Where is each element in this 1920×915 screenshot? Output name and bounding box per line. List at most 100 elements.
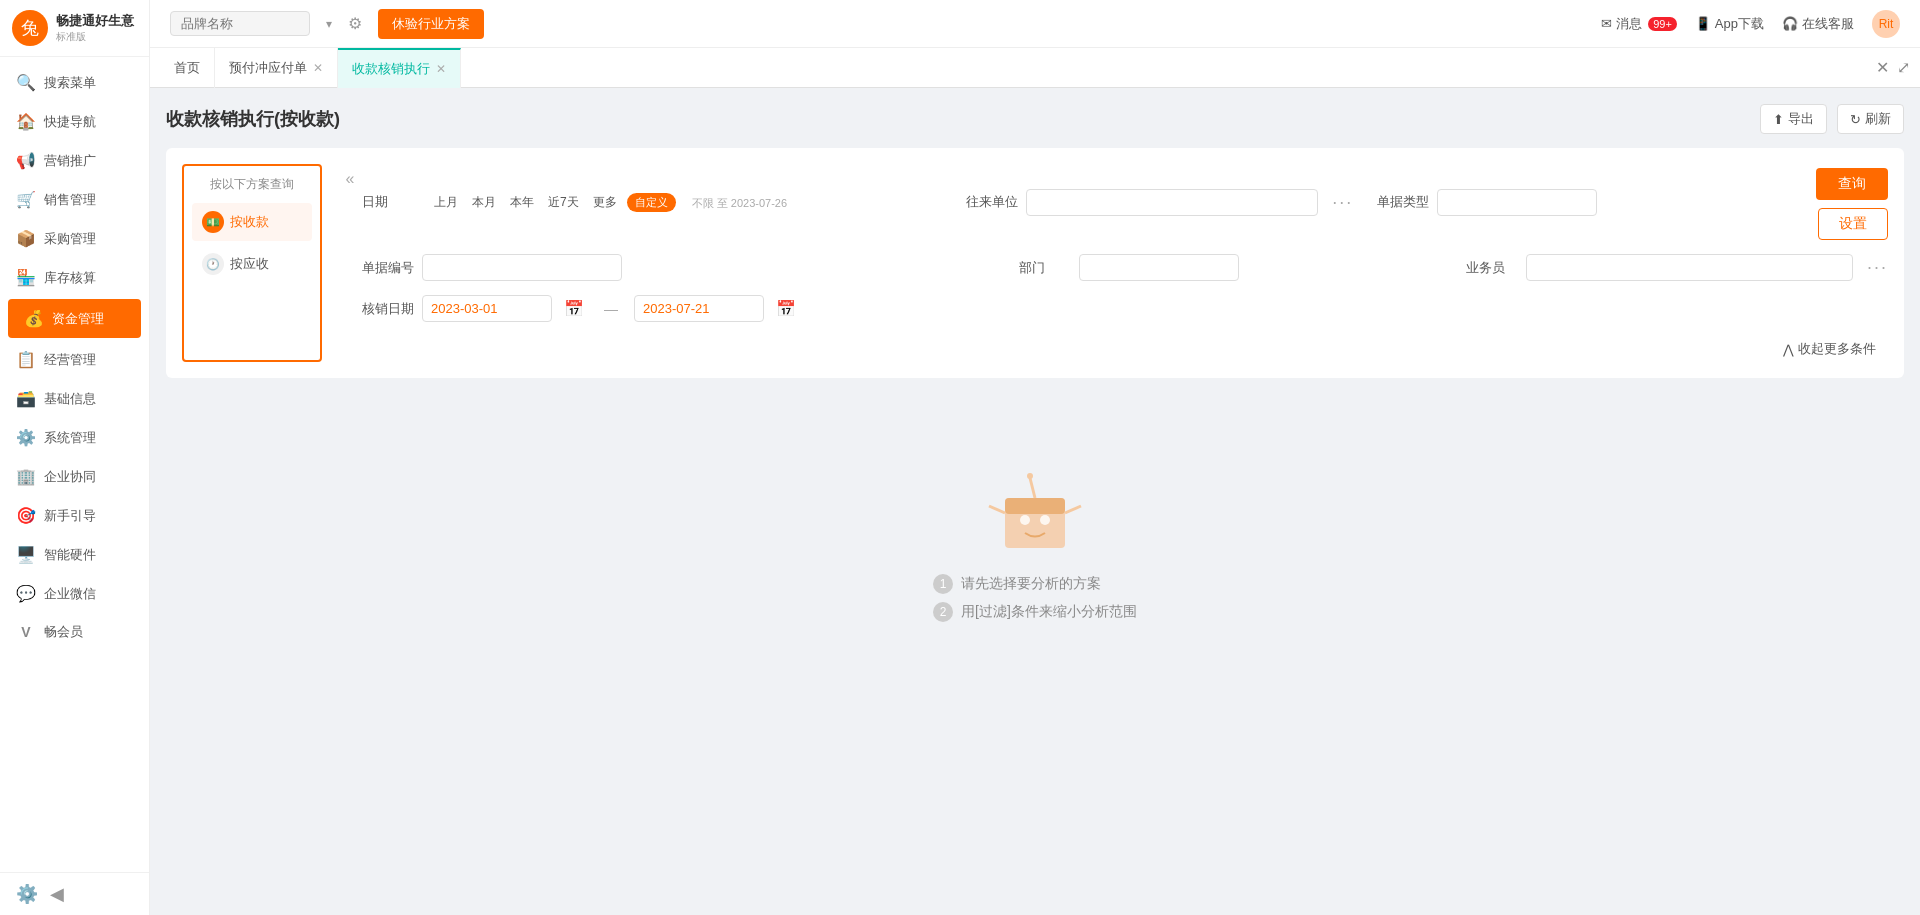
collapse-btn[interactable]: ⋀ 收起更多条件: [362, 336, 1888, 362]
filter-option-by-receivable[interactable]: 🕐 按应收: [192, 245, 312, 283]
settings-icon[interactable]: ⚙️: [16, 883, 38, 905]
industry-btn[interactable]: 休验行业方案: [378, 9, 484, 39]
sidebar-item-search[interactable]: 🔍 搜索菜单: [0, 63, 149, 102]
dept-select[interactable]: [1079, 254, 1239, 281]
home-icon: 🏠: [16, 112, 36, 131]
tab-receipt-verify-close-icon[interactable]: ✕: [436, 62, 446, 76]
sidebar-item-label: 快捷导航: [44, 113, 96, 131]
partner-more-icon[interactable]: ···: [1332, 192, 1353, 213]
sidebar-nav: 🔍 搜索菜单 🏠 快捷导航 📢 营销推广 🛒 销售管理 📦 采购管理 🏪 库存核…: [0, 57, 149, 872]
tab-prepay[interactable]: 预付冲应付单 ✕: [215, 48, 338, 88]
sidebar-item-system[interactable]: ⚙️ 系统管理: [0, 418, 149, 457]
wecom-icon: 💬: [16, 584, 36, 603]
tip-num-2: 2: [933, 602, 953, 622]
chevron-down-icon[interactable]: ▾: [326, 17, 332, 31]
date-label: 日期: [362, 193, 414, 211]
brand-input[interactable]: [170, 11, 310, 36]
page-content: 收款核销执行(按收款) ⬆ 导出 ↻ 刷新 按以下方案查询 💵 按收款: [150, 88, 1920, 915]
date-filter: 日期 上月 本月 本年 近7天 更多 自定义 不限 至 2023-07-26: [362, 192, 942, 213]
filter-option-receivable-label: 按应收: [230, 255, 269, 273]
tab-bar: 首页 预付冲应付单 ✕ 收款核销执行 ✕ ✕ ⤢: [150, 48, 1920, 88]
settings-btn[interactable]: 设置: [1818, 208, 1888, 240]
sidebar-item-label: 智能硬件: [44, 546, 96, 564]
message-btn[interactable]: ✉ 消息 99+: [1601, 15, 1677, 33]
sidebar-item-basicinfo[interactable]: 🗃️ 基础信息: [0, 379, 149, 418]
top-header: ▾ ⚙ 休验行业方案 ✉ 消息 99+ 📱 App下载 🎧 在线客服 Rit: [150, 0, 1920, 48]
filter-option-by-receipt[interactable]: 💵 按收款: [192, 203, 312, 241]
sidebar-item-label: 搜索菜单: [44, 74, 96, 92]
sidebar-item-marketing[interactable]: 📢 营销推广: [0, 141, 149, 180]
sidebar-item-label: 企业协同: [44, 468, 96, 486]
empty-svg: [975, 458, 1095, 558]
app-name: 畅捷通好生意: [56, 13, 134, 30]
tab-expand-btn[interactable]: ⤢: [1897, 58, 1910, 77]
sidebar-item-enterprise[interactable]: 🏢 企业协同: [0, 457, 149, 496]
sidebar-item-finance[interactable]: 💰 资金管理: [8, 299, 141, 338]
svg-line-9: [1065, 506, 1081, 513]
tab-prepay-label: 预付冲应付单: [229, 59, 307, 77]
tip-text-2: 用[过滤]条件来缩小分析范围: [961, 603, 1137, 621]
filter-toggle-btn[interactable]: «: [338, 164, 362, 362]
refresh-btn[interactable]: ↻ 刷新: [1837, 104, 1904, 134]
verify-date-label: 核销日期: [362, 300, 414, 318]
docno-label: 单据编号: [362, 259, 414, 277]
tab-receipt-verify[interactable]: 收款核销执行 ✕: [338, 48, 461, 88]
date-btn-last-month[interactable]: 上月: [430, 192, 462, 213]
filter-row-1: 日期 上月 本月 本年 近7天 更多 自定义 不限 至 2023-07-26 往…: [362, 164, 1888, 240]
sidebar-item-label: 营销推广: [44, 152, 96, 170]
svg-text:兔: 兔: [21, 18, 39, 38]
date-btn-more[interactable]: 更多: [589, 192, 621, 213]
date-btn-this-year[interactable]: 本年: [506, 192, 538, 213]
partner-input[interactable]: [1026, 189, 1318, 216]
sidebar-item-wecom[interactable]: 💬 企业微信: [0, 574, 149, 613]
staff-input[interactable]: [1526, 254, 1853, 281]
operations-icon: 📋: [16, 350, 36, 369]
sidebar-item-label: 企业微信: [44, 585, 96, 603]
tab-home-label: 首页: [174, 59, 200, 77]
date-btn-custom[interactable]: 自定义: [627, 193, 676, 212]
sidebar-item-sales[interactable]: 🛒 销售管理: [0, 180, 149, 219]
calendar-start-icon[interactable]: 📅: [564, 299, 584, 318]
sidebar-item-inventory[interactable]: 🏪 库存核算: [0, 258, 149, 297]
tab-close-all-btn[interactable]: ✕: [1876, 58, 1889, 77]
doctype-select[interactable]: [1437, 189, 1597, 216]
verify-date-start-input[interactable]: [422, 295, 552, 322]
query-btn[interactable]: 查询: [1816, 168, 1888, 200]
calendar-end-icon[interactable]: 📅: [776, 299, 796, 318]
sidebar-item-hardware[interactable]: 🖥️ 智能硬件: [0, 535, 149, 574]
sidebar-item-quicknav[interactable]: 🏠 快捷导航: [0, 102, 149, 141]
header-right: ✉ 消息 99+ 📱 App下载 🎧 在线客服 Rit: [1601, 10, 1900, 38]
export-btn[interactable]: ⬆ 导出: [1760, 104, 1827, 134]
empty-state: 1 请先选择要分析的方案 2 用[过滤]条件来缩小分析范围: [166, 458, 1904, 622]
online-service-btn[interactable]: 🎧 在线客服: [1782, 15, 1854, 33]
verify-date-end-input[interactable]: [634, 295, 764, 322]
enterprise-icon: 🏢: [16, 467, 36, 486]
refresh-icon: ↻: [1850, 112, 1861, 127]
dept-label: 部门: [1019, 259, 1071, 277]
sidebar-item-purchase[interactable]: 📦 采购管理: [0, 219, 149, 258]
app-edition: 标准版: [56, 30, 134, 43]
gear-icon[interactable]: ⚙: [348, 14, 362, 33]
tab-prepay-close-icon[interactable]: ✕: [313, 61, 323, 75]
staff-label: 业务员: [1466, 259, 1518, 277]
basicinfo-icon: 🗃️: [16, 389, 36, 408]
empty-tip-2: 2 用[过滤]条件来缩小分析范围: [933, 602, 1137, 622]
svg-line-8: [989, 506, 1005, 513]
sidebar-item-label: 资金管理: [52, 310, 104, 328]
docno-input[interactable]: [422, 254, 622, 281]
staff-more-icon[interactable]: ···: [1867, 257, 1888, 278]
tab-home[interactable]: 首页: [160, 48, 215, 88]
member-icon: V: [16, 624, 36, 640]
date-btn-7days[interactable]: 近7天: [544, 192, 583, 213]
user-profile[interactable]: Rit: [1872, 10, 1900, 38]
collapse-sidebar-icon[interactable]: ◀: [50, 883, 64, 905]
sidebar-item-member[interactable]: V 畅会员: [0, 613, 149, 651]
sidebar-item-operations[interactable]: 📋 经营管理: [0, 340, 149, 379]
app-download-btn[interactable]: 📱 App下载: [1695, 15, 1764, 33]
date-btn-this-month[interactable]: 本月: [468, 192, 500, 213]
user-name: Rit: [1879, 17, 1894, 31]
tab-bar-actions: ✕ ⤢: [1876, 58, 1920, 77]
sidebar-item-guide[interactable]: 🎯 新手引导: [0, 496, 149, 535]
tab-receipt-verify-label: 收款核销执行: [352, 60, 430, 78]
sidebar-item-label: 新手引导: [44, 507, 96, 525]
